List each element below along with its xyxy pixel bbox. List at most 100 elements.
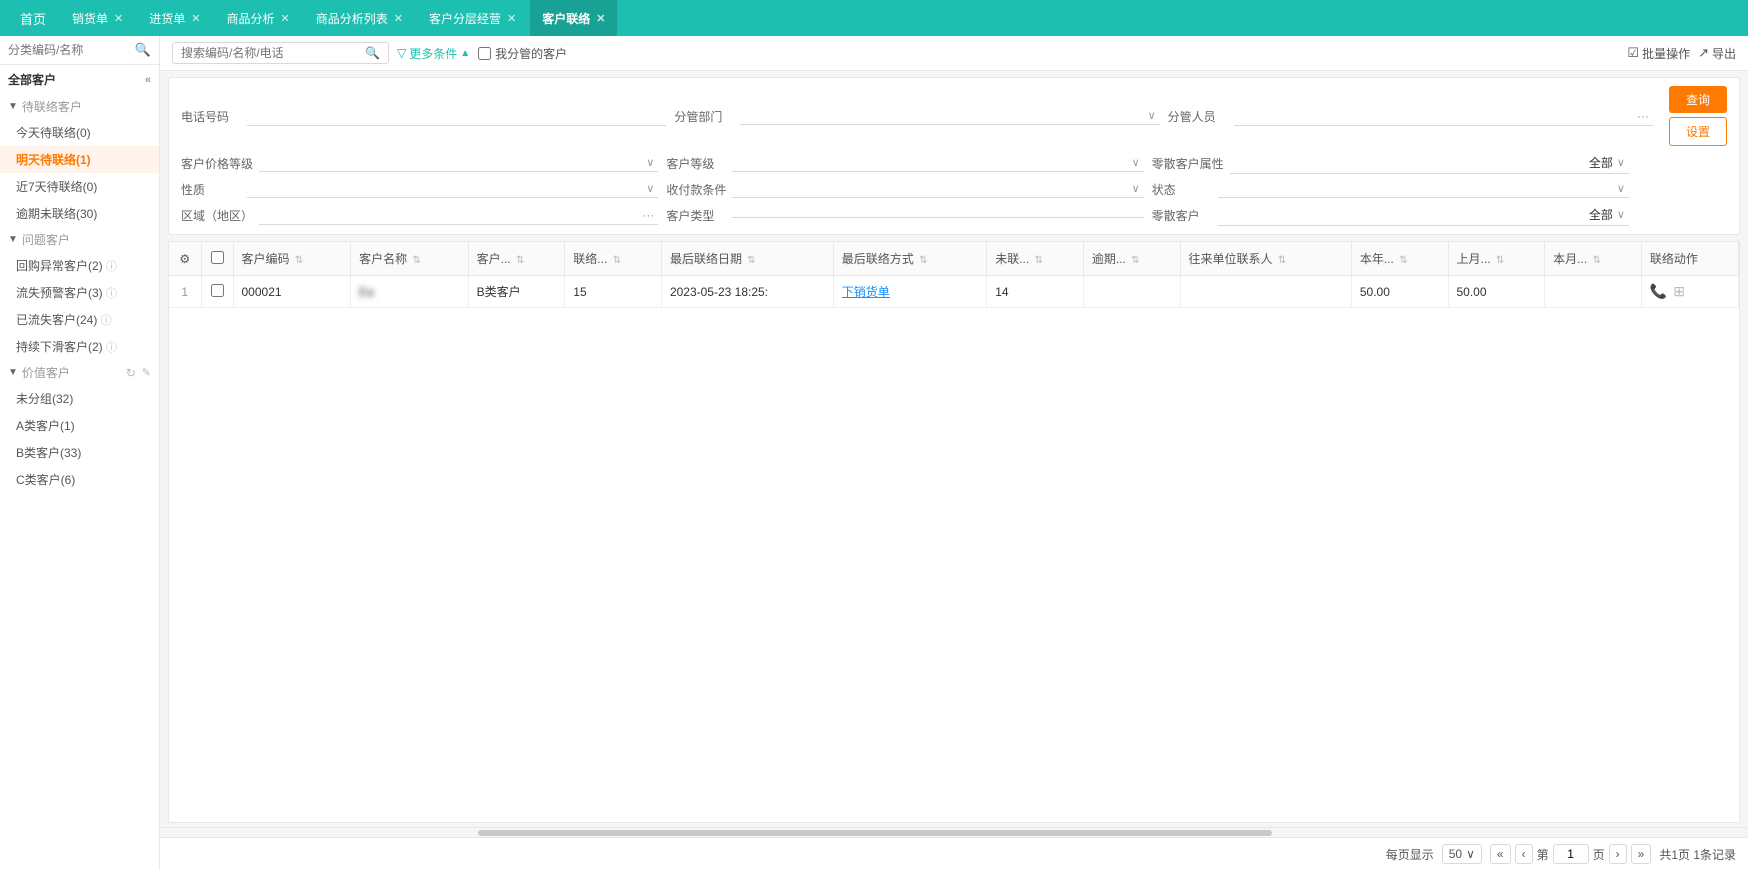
filter-dept-select[interactable]: ∨	[740, 107, 1159, 125]
sidebar-item-class-c[interactable]: C类客户(6)	[0, 466, 159, 493]
sort-code-icon: ⇅	[295, 255, 303, 266]
filter-status-select[interactable]: ∨	[1218, 180, 1629, 198]
query-button[interactable]: 查询	[1669, 86, 1727, 113]
nav-customer-contact[interactable]: 客户联络 ✕	[530, 0, 617, 36]
sidebar-all-customers[interactable]: 全部客户 «	[0, 65, 159, 94]
my-customers-filter[interactable]: 我分管的客户	[478, 45, 567, 62]
col-unit-contact[interactable]: 往来单位联系人 ⇅	[1180, 242, 1351, 276]
filter-manager-select[interactable]: ···	[1234, 107, 1653, 126]
export-btn[interactable]: ↗ 导出	[1698, 45, 1736, 62]
filter-customer-type-select[interactable]	[732, 213, 1143, 218]
col-contacts[interactable]: 联络... ⇅	[565, 242, 662, 276]
total-records-label: 共1页 1条记录	[1659, 846, 1736, 863]
row-checkbox[interactable]	[211, 284, 224, 297]
col-last-contact-method[interactable]: 最后联络方式 ⇅	[833, 242, 986, 276]
sidebar-item-today-pending[interactable]: 今天待联络(0)	[0, 119, 159, 146]
nav-customer-tier[interactable]: 客户分层经营 ✕	[417, 0, 528, 36]
next-page-btn[interactable]: ›	[1609, 844, 1627, 864]
close-sales-icon[interactable]: ✕	[114, 12, 123, 25]
filter-row-4: 区域（地区） ··· 客户类型 零散客户 全部 ∨	[181, 204, 1727, 226]
filter-phone: 电话号码	[181, 107, 666, 126]
toolbar-search-input[interactable]	[181, 46, 361, 60]
nav-analysis-list[interactable]: 商品分析列表 ✕	[304, 0, 415, 36]
chevron-nature-icon: ∨	[646, 182, 654, 195]
nav-purchase[interactable]: 进货单 ✕	[137, 0, 212, 36]
chevron-dept-icon: ∨	[1148, 109, 1156, 122]
sidebar-item-class-a[interactable]: A类客户(1)	[0, 412, 159, 439]
batch-op-btn[interactable]: ☑ 批量操作	[1627, 45, 1690, 62]
prev-page-btn[interactable]: ‹	[1515, 844, 1533, 864]
close-analysis-icon[interactable]: ✕	[281, 12, 290, 25]
col-checkbox[interactable]	[201, 242, 233, 276]
sidebar-item-repurchase-abnormal[interactable]: 回购异常客户(2) ⓘ	[0, 252, 159, 279]
filter-region-dots[interactable]: ···	[642, 208, 654, 222]
cell-unit-contact	[1180, 276, 1351, 308]
col-code[interactable]: 客户编码 ⇅	[233, 242, 351, 276]
filter-manager-dots[interactable]: ···	[1637, 109, 1649, 123]
more-filters-btn[interactable]: ▽ 更多条件 ▲	[397, 45, 470, 62]
sidebar-group-value[interactable]: ▼ 价值客户 ↻ ✎	[0, 360, 159, 385]
filter-region-label: 区域（地区）	[181, 207, 253, 224]
settings-button[interactable]: 设置	[1669, 117, 1727, 146]
grid-action-icon[interactable]: ⊞	[1673, 283, 1685, 300]
close-purchase-icon[interactable]: ✕	[191, 12, 200, 25]
last-contact-method-link[interactable]: 下销货单	[842, 285, 890, 299]
filter-retail-select[interactable]: 全部 ∨	[1218, 204, 1629, 226]
value-edit-icon[interactable]: ✎	[142, 366, 151, 379]
first-page-btn[interactable]: «	[1490, 844, 1511, 864]
sidebar-item-7days-pending[interactable]: 近7天待联络(0)	[0, 173, 159, 200]
nav-analysis[interactable]: 商品分析 ✕	[214, 0, 301, 36]
col-name[interactable]: 客户名称 ⇅	[351, 242, 469, 276]
page-number-input[interactable]	[1553, 844, 1589, 864]
sidebar-search-input[interactable]	[8, 43, 131, 57]
col-this-month[interactable]: 本月... ⇅	[1545, 242, 1642, 276]
filter-retail-attr-select[interactable]: 全部 ∨	[1230, 152, 1629, 174]
sidebar-item-churn-warning[interactable]: 流失预警客户(3) ⓘ	[0, 279, 159, 306]
sidebar-item-declining[interactable]: 持续下滑客户(2) ⓘ	[0, 333, 159, 360]
col-last-month[interactable]: 上月... ⇅	[1448, 242, 1545, 276]
filter-region-select[interactable]: ···	[259, 206, 658, 225]
sidebar-group-pending[interactable]: ▼ 待联络客户	[0, 94, 159, 119]
col-uncontacted[interactable]: 未联... ⇅	[987, 242, 1084, 276]
filter-customer-level: 客户等级 ∨	[666, 154, 1143, 172]
phone-action-icon[interactable]: 📞	[1650, 283, 1667, 300]
toolbar-search-icon[interactable]: 🔍	[365, 46, 380, 60]
col-overdue[interactable]: 逾期... ⇅	[1083, 242, 1180, 276]
chevron-retail-attr-icon: ∨	[1617, 156, 1625, 169]
sidebar-item-churned[interactable]: 已流失客户(24) ⓘ	[0, 306, 159, 333]
sidebar-item-overdue-pending[interactable]: 逾期未联络(30)	[0, 200, 159, 227]
sidebar-group-problem[interactable]: ▼ 问题客户	[0, 227, 159, 252]
filter-customer-level-select[interactable]: ∨	[732, 154, 1143, 172]
collapse-icon[interactable]: «	[145, 74, 151, 86]
last-page-btn[interactable]: »	[1631, 844, 1652, 864]
export-icon: ↗	[1698, 45, 1709, 61]
filter-phone-input[interactable]	[247, 107, 666, 126]
col-this-year[interactable]: 本年... ⇅	[1351, 242, 1448, 276]
sidebar-item-tomorrow-pending[interactable]: 明天待联络(1)	[0, 146, 159, 173]
sidebar-item-ungrouped[interactable]: 未分组(32)	[0, 385, 159, 412]
filter-price-level-select[interactable]: ∨	[259, 154, 658, 172]
nav-sales[interactable]: 销货单 ✕	[60, 0, 135, 36]
close-analysis-list-icon[interactable]: ✕	[394, 12, 403, 25]
nav-home[interactable]: 首页	[8, 0, 58, 36]
horizontal-scrollbar[interactable]	[160, 827, 1748, 837]
close-customer-contact-icon[interactable]: ✕	[596, 12, 605, 25]
cell-last-contact-method[interactable]: 下销货单	[833, 276, 986, 308]
my-customers-checkbox[interactable]	[478, 47, 491, 60]
filter-customer-type-label: 客户类型	[666, 207, 726, 224]
per-page-select[interactable]: 50 ∨	[1442, 844, 1482, 864]
top-navigation: 首页 销货单 ✕ 进货单 ✕ 商品分析 ✕ 商品分析列表 ✕ 客户分层经营 ✕ …	[0, 0, 1748, 36]
col-last-contact-date[interactable]: 最后联络日期 ⇅	[661, 242, 833, 276]
filter-payment-select[interactable]: ∨	[732, 180, 1143, 198]
cell-checkbox[interactable]	[201, 276, 233, 308]
col-settings[interactable]: ⚙	[169, 242, 201, 276]
close-customer-tier-icon[interactable]: ✕	[507, 12, 516, 25]
col-type[interactable]: 客户... ⇅	[468, 242, 565, 276]
col-actions: 联络动作	[1641, 242, 1738, 276]
select-all-checkbox[interactable]	[211, 251, 224, 264]
sidebar-search-icon[interactable]: 🔍	[135, 42, 151, 58]
filter-nature-select[interactable]: ∨	[247, 180, 658, 198]
filter-retail-label: 零散客户	[1152, 207, 1212, 224]
value-refresh-icon[interactable]: ↻	[126, 366, 136, 380]
sidebar-item-class-b[interactable]: B类客户(33)	[0, 439, 159, 466]
